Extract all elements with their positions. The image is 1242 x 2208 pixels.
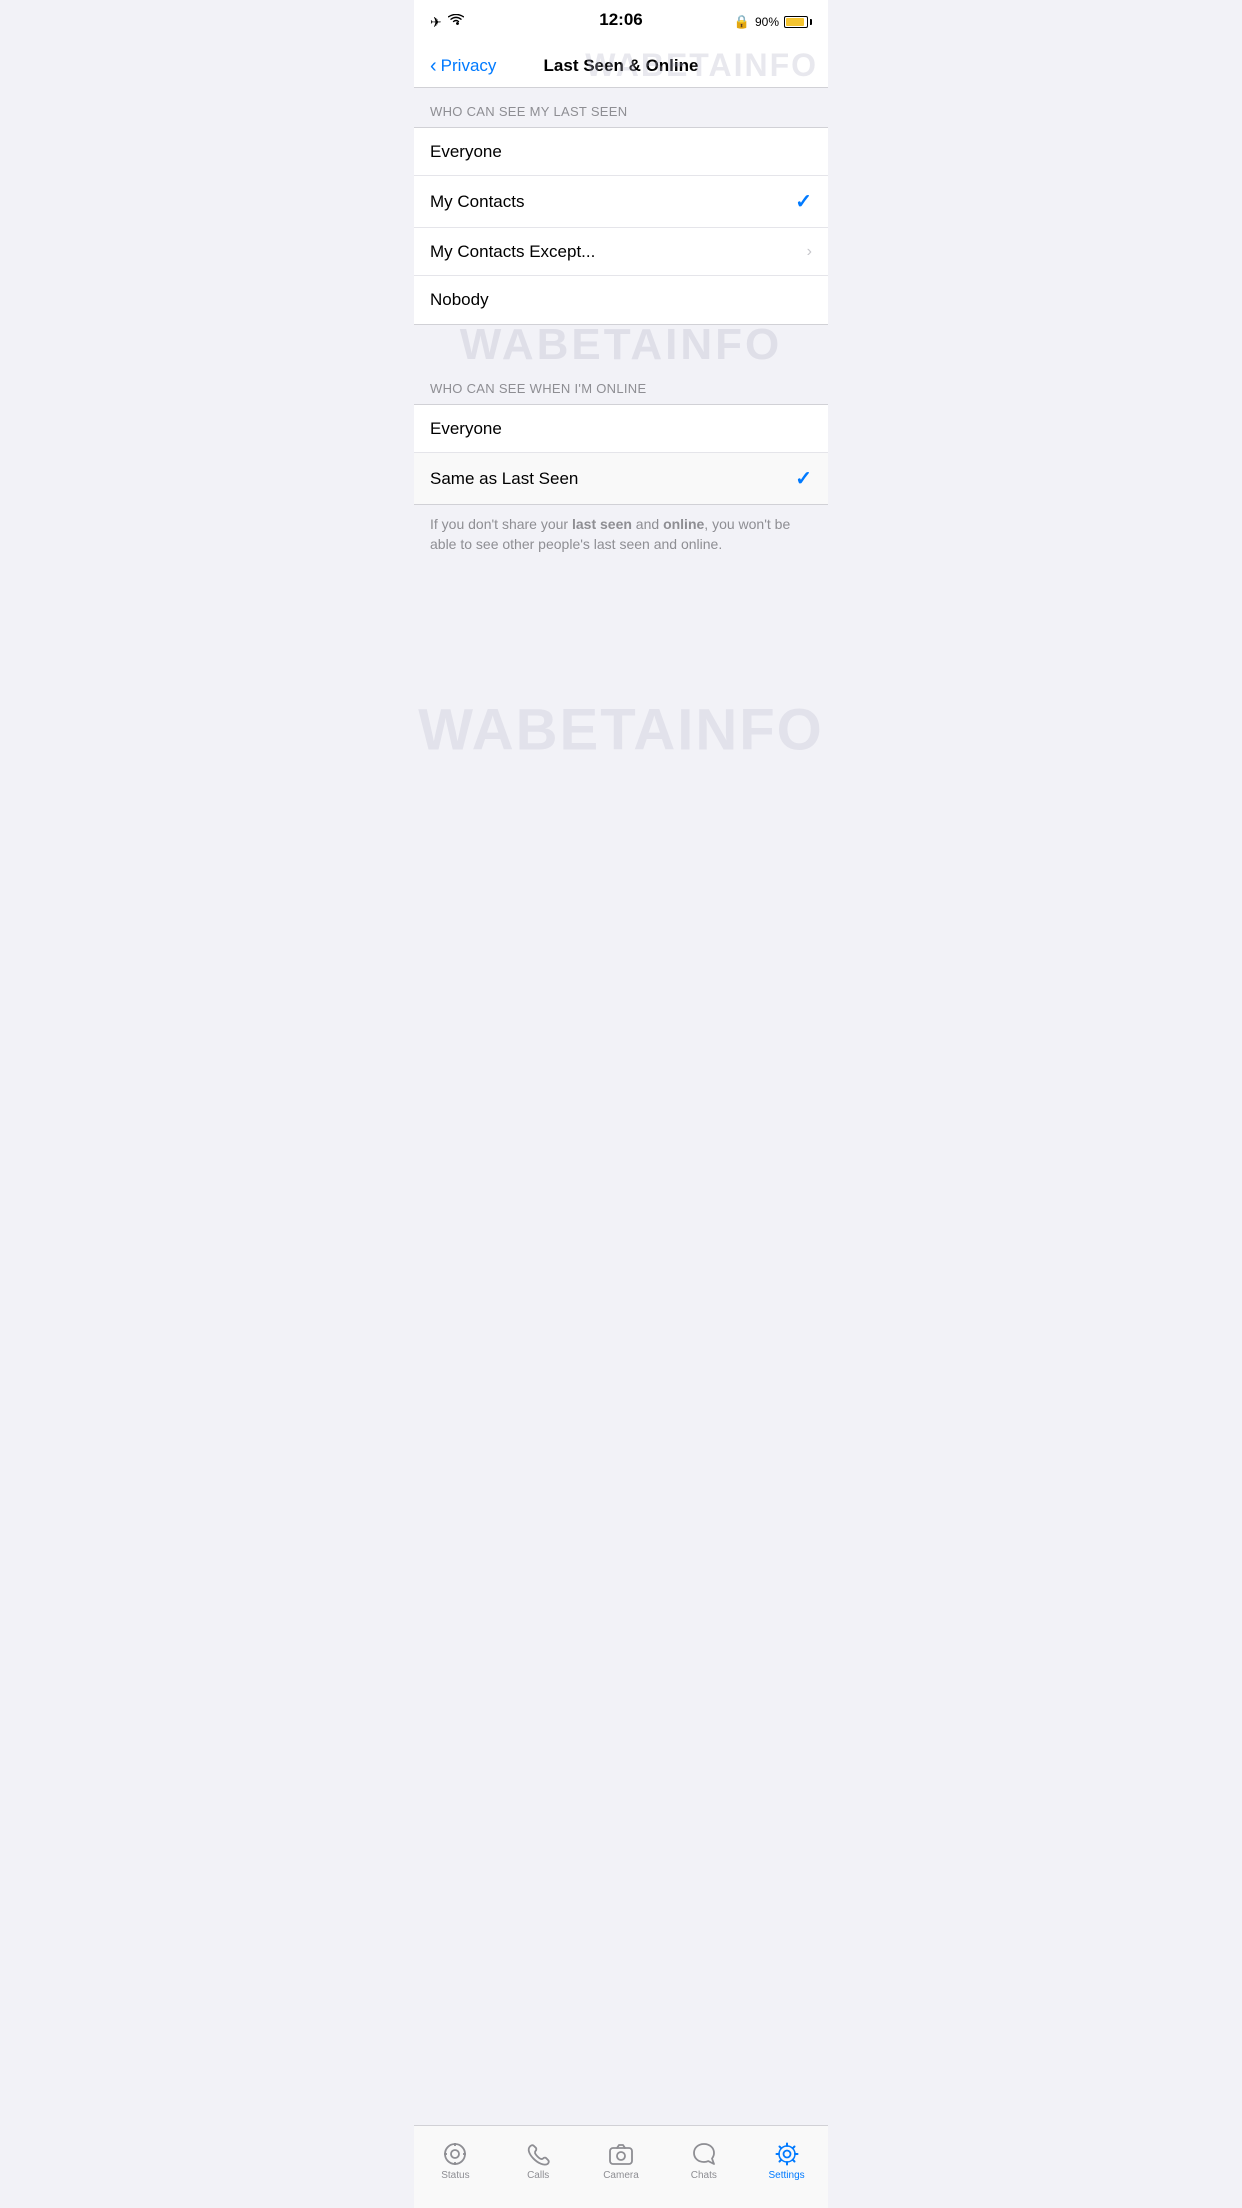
nobody-label: Nobody	[430, 290, 489, 310]
checkmark-icon: ✓	[795, 189, 812, 214]
tab-camera[interactable]: Camera	[580, 2133, 663, 2181]
nav-bar: ‹ Privacy Last Seen & Online WABetaInfo	[414, 44, 828, 88]
page-title: Last Seen & Online	[544, 56, 699, 76]
info-text-bold2: online	[663, 516, 704, 532]
my-contacts-except-label: My Contacts Except...	[430, 242, 595, 262]
tab-camera-label: Camera	[603, 2170, 639, 2181]
status-right: 🔒 90%	[734, 14, 812, 30]
back-chevron-icon: ‹	[430, 56, 437, 76]
tab-calls-label: Calls	[527, 2170, 549, 2181]
list-item[interactable]: Everyone	[414, 405, 828, 453]
last-seen-section-header: WHO CAN SEE MY LAST SEEN	[414, 88, 828, 127]
online-section-header: WHO CAN SEE WHEN I'M ONLINE	[414, 365, 828, 404]
tab-chats[interactable]: Chats	[662, 2133, 745, 2181]
list-item[interactable]: My Contacts Except... ›	[414, 228, 828, 276]
info-text-prefix: If you don't share your	[430, 516, 572, 532]
checkmark-icon: ✓	[795, 466, 812, 491]
battery-percent: 90%	[755, 15, 779, 29]
settings-icon	[774, 2141, 800, 2167]
calls-icon	[525, 2141, 551, 2167]
tab-settings-label: Settings	[769, 2170, 805, 2181]
my-contacts-label: My Contacts	[430, 192, 524, 212]
last-seen-list: Everyone My Contacts ✓ My Contacts Excep…	[414, 127, 828, 325]
status-bar: ✈ 12:06 🔒 90%	[414, 0, 828, 44]
info-text-bold1: last seen	[572, 516, 632, 532]
back-button[interactable]: ‹ Privacy	[430, 56, 496, 76]
same-as-last-seen-label: Same as Last Seen	[430, 469, 578, 489]
info-text-middle: and	[632, 516, 663, 532]
content-area: WHO CAN SEE MY LAST SEEN Everyone My Con…	[414, 88, 828, 973]
chats-icon	[691, 2141, 717, 2167]
info-text: If you don't share your last seen and on…	[414, 505, 828, 570]
everyone-last-seen-label: Everyone	[430, 142, 502, 162]
airplane-icon: ✈	[430, 14, 442, 31]
tab-chats-label: Chats	[691, 2170, 717, 2181]
list-item[interactable]: Nobody	[414, 276, 828, 324]
tab-bar: Status Calls Camera Chats	[414, 2125, 828, 2208]
list-item[interactable]: Same as Last Seen ✓	[414, 453, 828, 504]
back-label: Privacy	[441, 56, 497, 76]
online-list: Everyone Same as Last Seen ✓	[414, 404, 828, 505]
camera-icon	[608, 2141, 634, 2167]
list-item[interactable]: My Contacts ✓	[414, 176, 828, 228]
tab-status-label: Status	[441, 2170, 469, 2181]
tab-settings[interactable]: Settings	[745, 2133, 828, 2181]
status-time: 12:06	[599, 10, 642, 30]
wifi-icon	[448, 13, 464, 31]
list-item[interactable]: Everyone	[414, 128, 828, 176]
content-spacer: WABetaInfo	[414, 570, 828, 890]
status-icon	[442, 2141, 468, 2167]
section-spacer: WABetaInfo	[414, 325, 828, 365]
everyone-online-label: Everyone	[430, 419, 502, 439]
tab-calls[interactable]: Calls	[497, 2133, 580, 2181]
chevron-right-icon: ›	[807, 243, 812, 261]
tab-status[interactable]: Status	[414, 2133, 497, 2181]
lock-icon: 🔒	[734, 14, 750, 30]
battery-icon	[784, 16, 812, 28]
status-left: ✈	[430, 13, 464, 31]
